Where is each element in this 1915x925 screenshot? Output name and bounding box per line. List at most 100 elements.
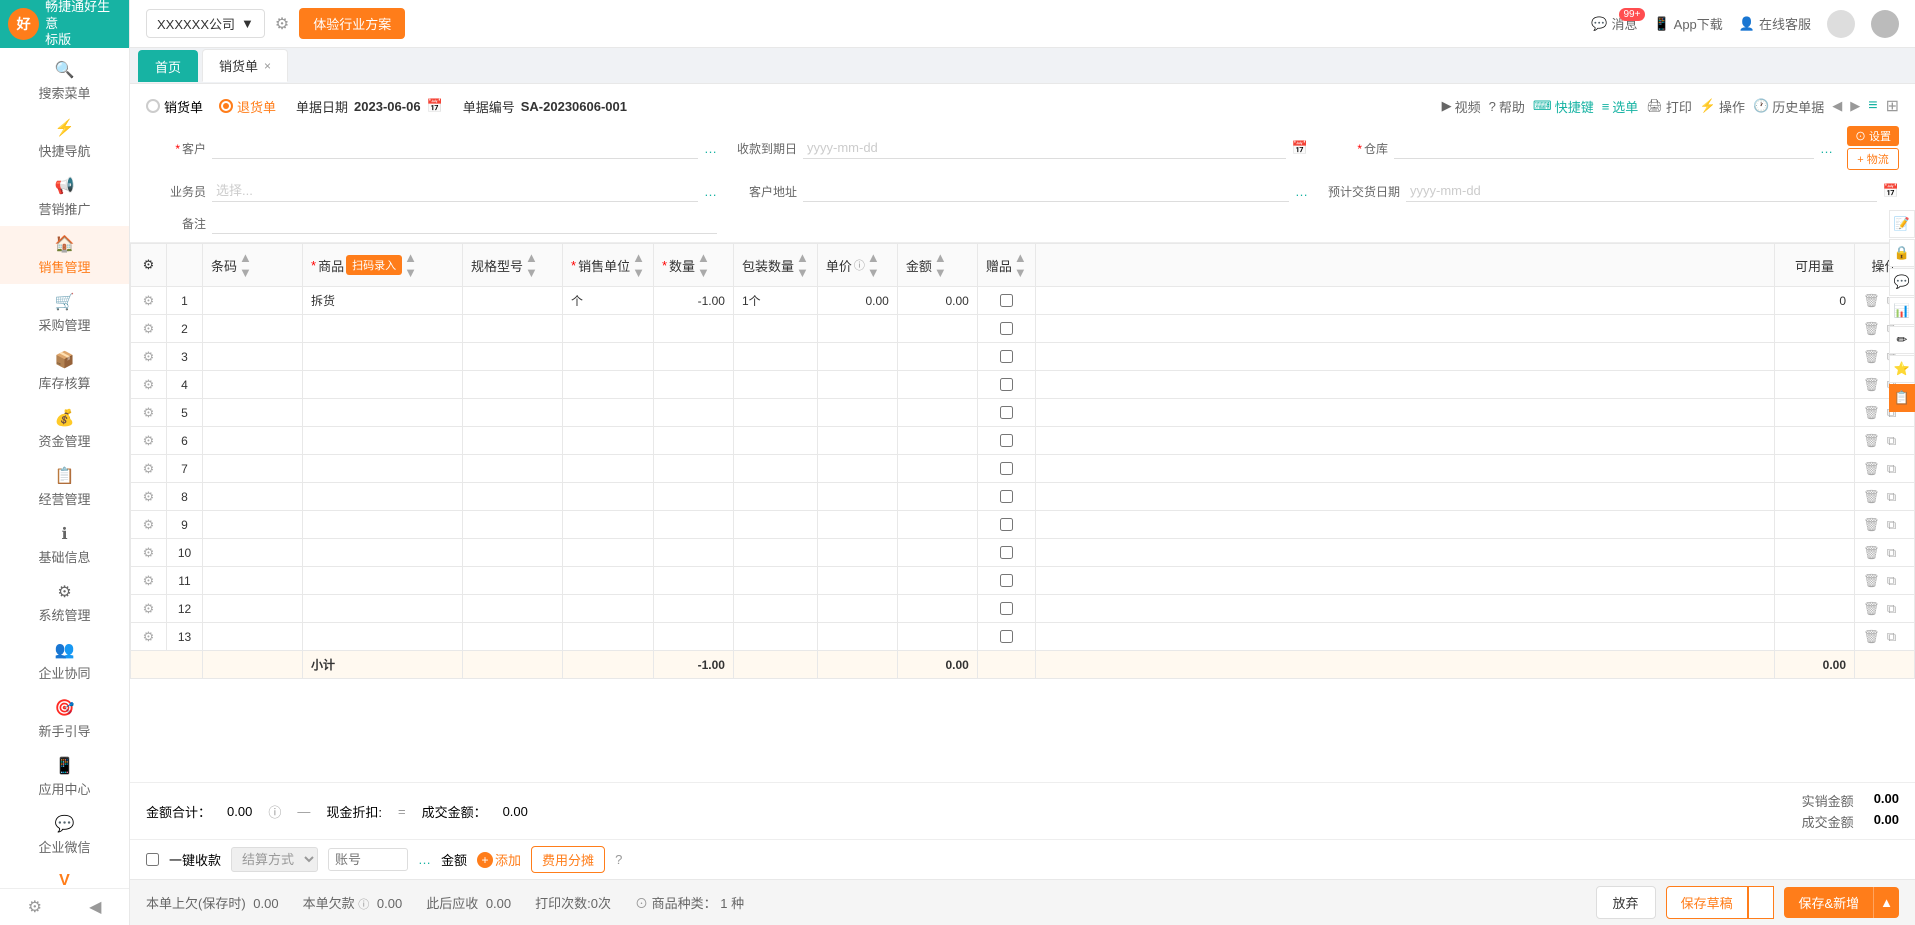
row-settings-icon[interactable]: ⚙ (143, 433, 155, 448)
row-barcode-cell[interactable] (203, 455, 303, 483)
row-qty-cell[interactable] (653, 483, 733, 511)
row-spec-cell[interactable] (463, 371, 563, 399)
sidebar-item-apps[interactable]: 📱 应用中心 (0, 748, 129, 806)
row-price-cell[interactable] (817, 455, 897, 483)
gift-checkbox[interactable] (1000, 546, 1013, 559)
delete-icon[interactable]: 🗑 (1863, 601, 1880, 616)
row-spec-cell[interactable] (463, 315, 563, 343)
panel-icon-1[interactable]: 📝 (1889, 210, 1915, 238)
sidebar-item-quick-nav[interactable]: ⚡ 快捷导航 (0, 110, 129, 168)
row-unit-cell[interactable] (563, 399, 654, 427)
row-price-cell[interactable]: 0.00 (817, 287, 897, 315)
row-spec-cell[interactable] (463, 455, 563, 483)
sidebar-item-sales[interactable]: 🏠 销售管理 (0, 226, 129, 284)
trial-button[interactable]: 体验行业方案 (299, 8, 405, 39)
row-amount-cell[interactable] (897, 371, 977, 399)
copy-icon[interactable]: ⧉ (1887, 489, 1896, 504)
row-settings-icon[interactable]: ⚙ (143, 321, 155, 336)
toolbar-history[interactable]: 🕐 历史单据 (1753, 97, 1824, 116)
sidebar-item-finance[interactable]: 💰 资金管理 (0, 400, 129, 458)
row-spec-cell[interactable] (463, 287, 563, 315)
tab-close-icon[interactable]: × (264, 59, 271, 73)
row-unit-cell[interactable] (563, 623, 654, 651)
row-qty-cell[interactable] (653, 511, 733, 539)
calendar2-icon[interactable]: 📅 (1292, 140, 1308, 156)
delete-icon[interactable]: 🗑 (1863, 293, 1880, 308)
panel-icon-7[interactable]: 📋 (1889, 384, 1915, 412)
row-unit-cell[interactable] (563, 595, 654, 623)
row-price-cell[interactable] (817, 399, 897, 427)
sidebar-item-basic[interactable]: ℹ 基础信息 (0, 516, 129, 574)
gift-checkbox[interactable] (1000, 294, 1013, 307)
tab-home[interactable]: 首页 (138, 50, 198, 82)
row-unit-cell[interactable] (563, 539, 654, 567)
row-unit-cell[interactable] (563, 427, 654, 455)
row-pkgqty-cell[interactable] (733, 343, 817, 371)
table-settings-icon[interactable]: ⚙ (143, 257, 155, 272)
owe-info-icon[interactable]: ⓘ (358, 899, 369, 911)
settings-gear-icon[interactable]: ⚙ (275, 14, 289, 34)
row-price-cell[interactable] (817, 315, 897, 343)
row-barcode-cell[interactable] (203, 595, 303, 623)
list-view-icon[interactable]: ≡ (1868, 97, 1877, 115)
panel-icon-6[interactable]: ⭐ (1889, 355, 1915, 383)
row-barcode-cell[interactable] (203, 343, 303, 371)
nav-prev-icon[interactable]: ◀ (1832, 98, 1842, 114)
message-button[interactable]: 💬 消息 99+ (1591, 14, 1637, 33)
tab-sales-order[interactable]: 销货单 × (202, 49, 288, 82)
row-spec-cell[interactable] (463, 595, 563, 623)
row-goods-cell[interactable] (303, 539, 463, 567)
delete-icon[interactable]: 🗑 (1863, 405, 1880, 420)
panel-icon-5[interactable]: ✏ (1889, 326, 1915, 354)
row-goods-cell[interactable] (303, 567, 463, 595)
row-qty-cell[interactable] (653, 595, 733, 623)
sidebar-item-system[interactable]: ⚙ 系统管理 (0, 574, 129, 632)
one-click-checkbox[interactable] (146, 853, 159, 866)
delete-icon[interactable]: 🗑 (1863, 545, 1880, 560)
remarks-input[interactable] (212, 212, 717, 234)
row-settings-icon[interactable]: ⚙ (143, 517, 155, 532)
sidebar-item-wechat[interactable]: 💬 企业微信 (0, 806, 129, 864)
delete-icon[interactable]: 🗑 (1863, 573, 1880, 588)
customer-input[interactable] (212, 137, 698, 159)
row-unit-cell[interactable] (563, 315, 654, 343)
settings-bottom-icon[interactable]: ⚙ (28, 897, 42, 917)
row-qty-cell[interactable]: -1.00 (653, 287, 733, 315)
row-barcode-cell[interactable] (203, 427, 303, 455)
row-price-cell[interactable] (817, 427, 897, 455)
fee-split-button[interactable]: 费用分摊 (531, 846, 605, 873)
row-amount-cell[interactable] (897, 427, 977, 455)
gift-checkbox[interactable] (1000, 462, 1013, 475)
row-goods-cell[interactable] (303, 371, 463, 399)
row-pkgqty-cell[interactable] (733, 595, 817, 623)
row-spec-cell[interactable] (463, 343, 563, 371)
toolbar-print[interactable]: 🖨 打印 (1646, 97, 1692, 116)
warehouse-dots[interactable]: … (1820, 141, 1833, 156)
payment-date-input[interactable] (803, 137, 1286, 159)
save-new-button[interactable]: 保存&新增 (1784, 887, 1873, 918)
row-pkgqty-cell[interactable] (733, 567, 817, 595)
row-settings-icon[interactable]: ⚙ (143, 629, 155, 644)
row-amount-cell[interactable] (897, 455, 977, 483)
account-dots[interactable]: … (418, 852, 431, 867)
row-pkgqty-cell[interactable] (733, 455, 817, 483)
row-unit-cell[interactable] (563, 343, 654, 371)
collapse-icon[interactable]: ◀ (89, 897, 101, 917)
row-barcode-cell[interactable] (203, 287, 303, 315)
copy-icon[interactable]: ⧉ (1887, 629, 1896, 644)
nav-next-icon[interactable]: ▶ (1850, 98, 1860, 114)
toolbar-select[interactable]: ≡ 选单 (1602, 97, 1639, 116)
delete-icon[interactable]: 🗑 (1863, 377, 1880, 392)
row-unit-cell[interactable] (563, 455, 654, 483)
row-amount-cell[interactable] (897, 399, 977, 427)
row-settings-icon[interactable]: ⚙ (143, 461, 155, 476)
row-price-cell[interactable] (817, 511, 897, 539)
sidebar-item-guide[interactable]: 🎯 新手引导 (0, 690, 129, 748)
gift-checkbox[interactable] (1000, 322, 1013, 335)
sidebar-item-collab[interactable]: 👥 企业协同 (0, 632, 129, 690)
row-unit-cell[interactable] (563, 483, 654, 511)
sidebar-item-purchase[interactable]: 🛒 采购管理 (0, 284, 129, 342)
warehouse-input[interactable]: 建材仓 (1394, 137, 1814, 159)
row-pkgqty-cell[interactable]: 1个 (733, 287, 817, 315)
delete-icon[interactable]: 🗑 (1863, 489, 1880, 504)
